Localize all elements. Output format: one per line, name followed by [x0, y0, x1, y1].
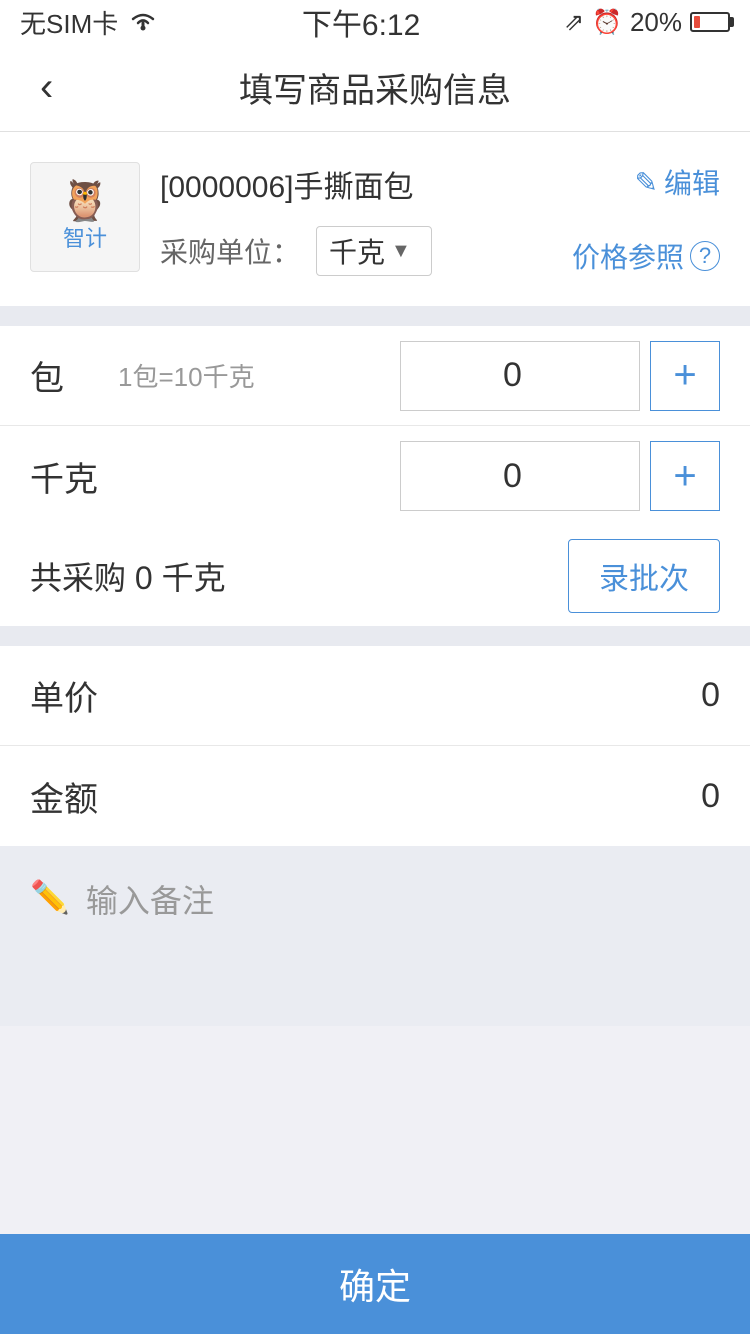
unit-price-value: 0	[701, 676, 720, 715]
product-logo-text: 智计	[63, 221, 107, 253]
product-card: 🦉 智计 [0000006]手撕面包 采购单位： 千克 ▼ ✎ 编辑 价格参照 …	[0, 132, 750, 306]
kg-plus-button[interactable]: +	[650, 441, 720, 511]
wifi-icon	[128, 7, 158, 38]
bag-plus-button[interactable]: +	[650, 341, 720, 411]
bag-input-control: +	[400, 341, 720, 411]
carrier-text: 无SIM卡	[20, 4, 118, 41]
total-row: 共采购 0 千克 录批次	[0, 526, 750, 626]
bag-input[interactable]	[400, 341, 640, 411]
status-right: ⇗ ⏰ 20%	[564, 7, 730, 38]
product-image: 🦉 智计	[30, 162, 140, 272]
product-title: 手撕面包	[293, 171, 413, 204]
page-title: 填写商品采购信息	[239, 63, 511, 112]
remark-placeholder: 输入备注	[86, 876, 214, 922]
edit-icon: ✎	[635, 166, 658, 199]
kg-input-control: +	[400, 441, 720, 511]
help-icon: ?	[690, 241, 720, 271]
status-left: 无SIM卡	[20, 4, 158, 41]
bag-label: 包	[30, 351, 110, 400]
price-ref-label: 价格参照	[572, 236, 684, 276]
status-bar: 无SIM卡 下午6:12 ⇗ ⏰ 20%	[0, 0, 750, 44]
pencil-icon: ✏️	[30, 878, 70, 916]
section-divider-2	[0, 626, 750, 646]
amount-value: 0	[701, 777, 720, 816]
product-logo-owl: 🦉	[60, 181, 110, 221]
price-section: 单价 0 金额 0	[0, 646, 750, 846]
battery-percent: 20%	[630, 7, 682, 38]
kg-label: 千克	[30, 452, 110, 501]
bag-sublabel: 1包=10千克	[118, 357, 400, 394]
unit-price-label: 单价	[30, 671, 701, 720]
confirm-button[interactable]: 确定	[0, 1234, 750, 1334]
product-id: [0000006]	[160, 171, 293, 204]
unit-value: 千克	[329, 231, 385, 271]
back-button[interactable]: ‹	[30, 55, 63, 120]
kg-input[interactable]	[400, 441, 640, 511]
unit-label: 采购单位：	[160, 231, 300, 271]
dropdown-arrow-icon: ▼	[391, 240, 411, 263]
edit-button[interactable]: ✎ 编辑	[635, 162, 720, 202]
kg-input-row: 千克 +	[0, 426, 750, 526]
alarm-icon: ⏰	[592, 8, 622, 37]
edit-label: 编辑	[664, 162, 720, 202]
unit-price-row: 单价 0	[0, 646, 750, 746]
section-divider-1	[0, 306, 750, 326]
status-time: 下午6:12	[302, 0, 420, 44]
remark-section[interactable]: ✏️ 输入备注	[0, 846, 750, 1026]
location-icon: ⇗	[564, 8, 584, 37]
amount-row: 金额 0	[0, 746, 750, 846]
price-ref-button[interactable]: 价格参照 ?	[572, 236, 720, 276]
total-label: 共采购 0 千克	[30, 553, 568, 599]
unit-dropdown[interactable]: 千克 ▼	[316, 226, 432, 276]
record-batch-button[interactable]: 录批次	[568, 539, 720, 613]
bag-input-row: 包 1包=10千克 +	[0, 326, 750, 426]
amount-label: 金额	[30, 772, 701, 821]
nav-bar: ‹ 填写商品采购信息	[0, 44, 750, 132]
battery-icon	[690, 12, 730, 32]
input-section: 包 1包=10千克 + 千克 +	[0, 326, 750, 526]
